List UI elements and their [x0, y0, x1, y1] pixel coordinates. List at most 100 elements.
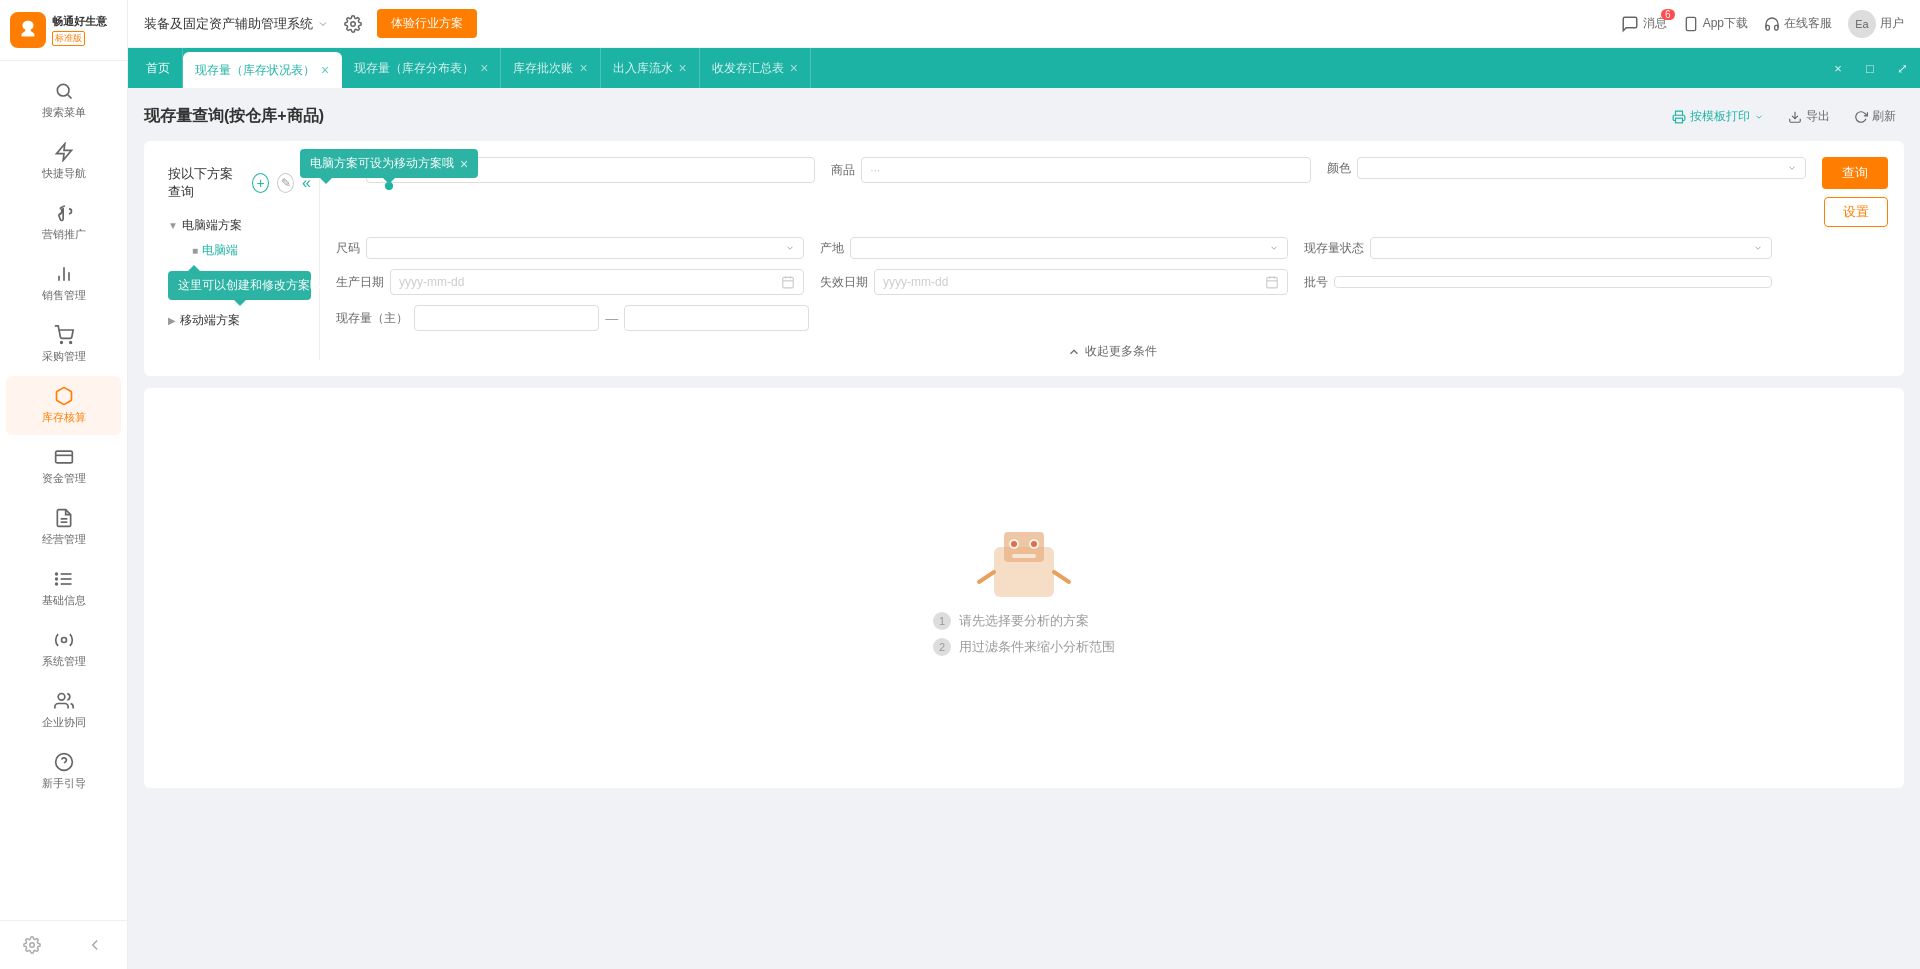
top-header: 装备及固定资产辅助管理系统 体验行业方案 消息 6 App下载 在线客服 [128, 0, 1920, 48]
svg-point-41 [1031, 541, 1037, 547]
calendar-icon-2 [1265, 275, 1279, 289]
svg-point-0 [57, 84, 69, 96]
svg-rect-8 [55, 451, 72, 463]
produce-date-input[interactable]: yyyy-mm-dd [390, 269, 804, 295]
tab-inout-flow[interactable]: 出入库流水 × [601, 48, 700, 88]
message-badge: 6 [1661, 9, 1675, 20]
collapse-icon [1067, 345, 1081, 359]
app-download-label: App下载 [1703, 15, 1748, 32]
app-download-button[interactable]: App下载 [1683, 15, 1748, 32]
scheme-arrow-desktop: ▼ [168, 220, 178, 231]
stock-main-min[interactable] [414, 305, 599, 331]
scheme-icon-desktop: ■ [192, 245, 198, 256]
color-dropdown-icon [1787, 163, 1797, 173]
page-title: 现存量查询(按仓库+商品) [144, 106, 324, 127]
origin-select[interactable] [850, 237, 1288, 259]
scheme-item-desktop-sub[interactable]: ■ 电脑端 [168, 238, 311, 263]
headset-icon [1764, 16, 1780, 32]
tab-close-batch-account[interactable]: × [579, 60, 587, 76]
tab-inventory-status[interactable]: 现存量（库存状况表） × [183, 52, 342, 88]
header-settings-button[interactable] [339, 10, 367, 38]
sidebar: 畅通好生意 标准版 搜索菜单 快捷导航 营销推广 销售管理 采购管理 库存核算 [0, 0, 128, 969]
sidebar-item-quick[interactable]: 快捷导航 [6, 132, 121, 191]
user-profile-button[interactable]: Ea 用户 [1848, 10, 1904, 38]
sidebar-item-search[interactable]: 搜索菜单 [6, 71, 121, 130]
tab-close-all-button[interactable]: × [1826, 56, 1850, 80]
tab-close-inout-flow[interactable]: × [679, 60, 687, 76]
stock-status-label: 现存量状态 [1304, 240, 1364, 257]
sidebar-item-inventory[interactable]: 库存核算 [6, 376, 121, 435]
expire-date-label: 失效日期 [820, 274, 868, 291]
svg-point-7 [69, 342, 71, 344]
stock-status-select[interactable] [1370, 237, 1772, 259]
tab-maximize-button[interactable]: ⤢ [1890, 56, 1914, 80]
filter-field-size: 尺码 [336, 237, 804, 259]
tab-close-recv-summary[interactable]: × [790, 60, 798, 76]
message-button[interactable]: 消息 6 [1621, 15, 1667, 33]
tab-inventory-dist[interactable]: 现存量（库存分布表） × [342, 48, 501, 88]
collapse-sidebar-icon[interactable] [81, 931, 109, 959]
sidebar-nav: 搜索菜单 快捷导航 营销推广 销售管理 采购管理 库存核算 资金管理 经营管理 [0, 61, 127, 920]
print-template-button[interactable]: 按模板打印 [1664, 104, 1772, 129]
settings-bottom-icon[interactable] [18, 931, 46, 959]
sidebar-item-finance[interactable]: 资金管理 [6, 437, 121, 496]
sidebar-item-guide[interactable]: 新手引导 [6, 742, 121, 801]
size-label: 尺码 [336, 240, 360, 257]
filter-main: 仓库 ··· 商品 ··· 颜色 [320, 157, 1888, 360]
product-input[interactable]: ··· [861, 157, 1310, 183]
filter-field-produce-date: 生产日期 yyyy-mm-dd [336, 269, 804, 295]
online-service-button[interactable]: 在线客服 [1764, 15, 1832, 32]
product-label: 商品 [831, 162, 855, 179]
user-avatar: Ea [1848, 10, 1876, 38]
svg-point-18 [61, 638, 66, 643]
page-header: 现存量查询(按仓库+商品) 按模板打印 导出 刷新 [144, 104, 1904, 129]
expire-date-input[interactable]: yyyy-mm-dd [874, 269, 1288, 295]
origin-dropdown-icon [1269, 243, 1279, 253]
svg-line-1 [67, 95, 71, 99]
tab-close-inventory-dist[interactable]: × [480, 60, 488, 76]
svg-point-6 [60, 342, 62, 344]
scheme-panel: 按以下方案查询 + ✎ « 电脑方案可设为移动方案哦 × [160, 157, 320, 360]
header-right: 消息 6 App下载 在线客服 Ea 用户 [1621, 10, 1904, 38]
sidebar-item-operations[interactable]: 经营管理 [6, 498, 121, 557]
scheme-item-mobile[interactable]: ▶ 移动端方案 [168, 308, 311, 333]
empty-steps: 请先选择要分析的方案 用过滤条件来缩小分析范围 [933, 612, 1115, 664]
tab-batch-account[interactable]: 库存批次账 × [501, 48, 600, 88]
stock-main-max[interactable] [624, 305, 809, 331]
system-name-dropdown[interactable]: 装备及固定资产辅助管理系统 [144, 15, 329, 33]
experience-button[interactable]: 体验行业方案 [377, 9, 477, 38]
page-actions: 按模板打印 导出 刷新 [1664, 104, 1904, 129]
sidebar-item-purchase[interactable]: 采购管理 [6, 315, 121, 374]
tooltip1-close-button[interactable]: × [460, 156, 468, 172]
tab-restore-button[interactable]: □ [1858, 56, 1882, 80]
sidebar-item-sales[interactable]: 销售管理 [6, 254, 121, 313]
set-button[interactable]: 设置 [1824, 197, 1888, 227]
empty-state-icon [974, 512, 1074, 612]
tab-close-inventory-status[interactable]: × [321, 62, 329, 78]
tab-home[interactable]: 首页 [134, 48, 183, 88]
range-dash: — [605, 311, 618, 326]
svg-point-22 [30, 943, 35, 948]
edit-scheme-button[interactable]: ✎ [277, 173, 294, 193]
tooltip2-close-button[interactable]: × [328, 278, 336, 294]
search-button[interactable]: 查询 [1822, 157, 1888, 189]
refresh-icon [1854, 110, 1868, 124]
sidebar-item-system[interactable]: 系统管理 [6, 620, 121, 679]
batch-no-input[interactable] [1334, 276, 1772, 288]
print-icon [1672, 110, 1686, 124]
add-scheme-button[interactable]: + [252, 173, 269, 193]
sidebar-item-marketing[interactable]: 营销推广 [6, 193, 121, 252]
filter-layout: 按以下方案查询 + ✎ « 电脑方案可设为移动方案哦 × [160, 157, 1888, 360]
main-area: 装备及固定资产辅助管理系统 体验行业方案 消息 6 App下载 在线客服 [128, 0, 1920, 969]
empty-step-1: 请先选择要分析的方案 [933, 612, 1115, 630]
page-content: 现存量查询(按仓库+商品) 按模板打印 导出 刷新 [128, 88, 1920, 969]
collapse-more-button[interactable]: 收起更多条件 [336, 343, 1888, 360]
size-select[interactable] [366, 237, 804, 259]
sidebar-item-basic[interactable]: 基础信息 [6, 559, 121, 618]
scheme-item-desktop[interactable]: ▼ 电脑端方案 [168, 213, 311, 238]
tab-recv-summary[interactable]: 收发存汇总表 × [700, 48, 811, 88]
sidebar-item-enterprise[interactable]: 企业协同 [6, 681, 121, 740]
export-button[interactable]: 导出 [1780, 104, 1838, 129]
refresh-button[interactable]: 刷新 [1846, 104, 1904, 129]
color-select[interactable] [1357, 157, 1806, 179]
